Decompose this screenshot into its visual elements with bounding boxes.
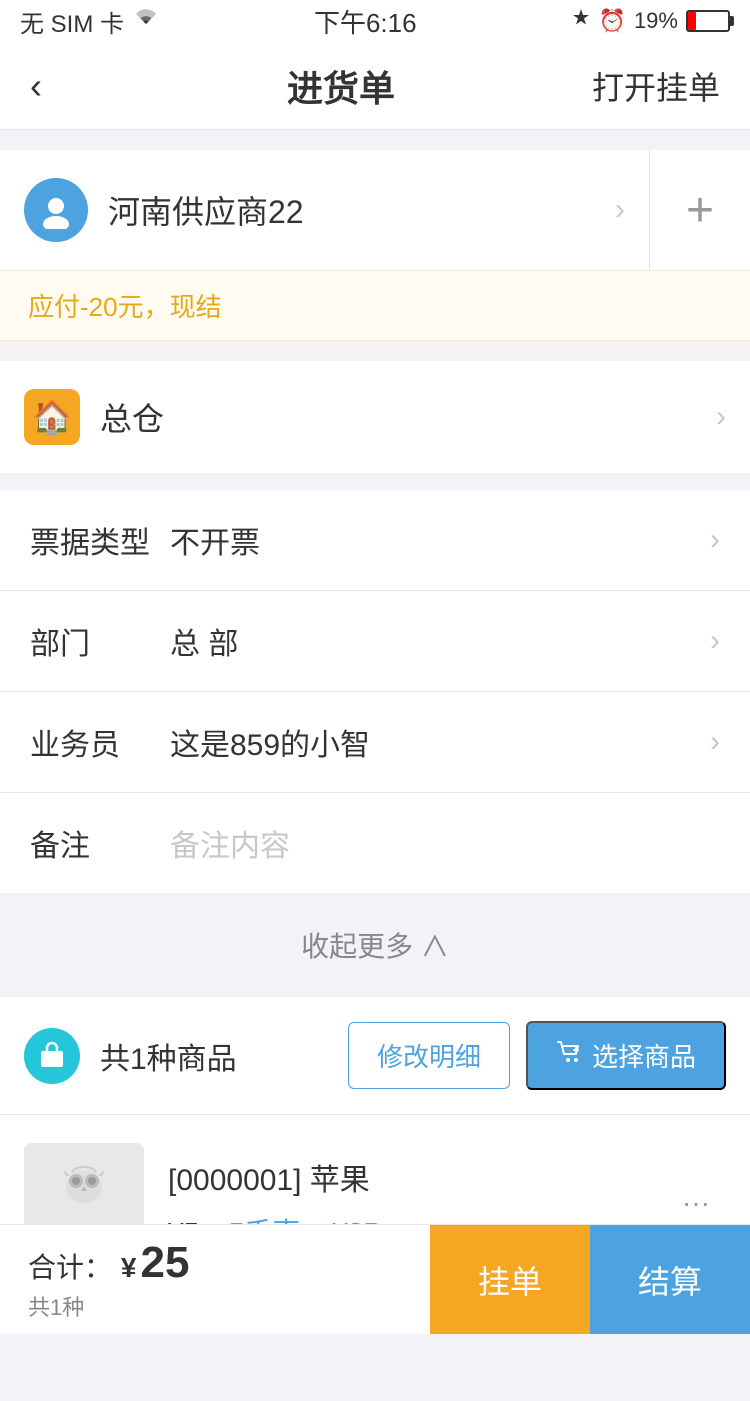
status-bar: 无 SIM 卡 下午6:16 ⏰ 19% <box>0 0 750 42</box>
remark-row[interactable]: 备注 备注内容 <box>0 793 750 893</box>
salesperson-row[interactable]: 业务员 这是859的小智 › <box>0 692 750 793</box>
product-code: [0000001] <box>168 1164 310 1197</box>
warehouse-section[interactable]: 🏠 总仓 › <box>0 361 750 474</box>
form-section: 票据类型 不开票 › 部门 总 部 › 业务员 这是859的小智 › 备注 备注… <box>0 490 750 893</box>
status-left: 无 SIM 卡 <box>20 4 160 39</box>
invoice-type-label: 票据类型 <box>30 518 150 562</box>
battery-icon <box>686 10 730 32</box>
notice-text: 应付-20元，现结 <box>28 292 222 322</box>
open-pending-button[interactable]: 打开挂单 <box>592 63 720 109</box>
select-product-label: 选择商品 <box>592 1037 696 1074</box>
salesperson-chevron-icon: › <box>710 725 720 759</box>
page-title: 进货单 <box>287 60 395 112</box>
edit-detail-button[interactable]: 修改明细 <box>348 1022 510 1089</box>
invoice-type-chevron-icon: › <box>710 523 720 557</box>
collapse-button[interactable]: 收起更多 ∧ <box>0 909 750 981</box>
cart-icon <box>556 1040 584 1071</box>
product-more-button[interactable]: ··· <box>666 1187 726 1219</box>
owl-logo-icon <box>54 1153 114 1223</box>
supplier-avatar <box>24 178 88 242</box>
wifi-icon <box>132 7 160 35</box>
salesperson-value: 这是859的小智 <box>170 720 700 764</box>
remark-input[interactable]: 备注内容 <box>170 821 720 865</box>
total-row: 合计： ¥25 <box>28 1238 402 1288</box>
supplier-name: 河南供应商22 <box>108 187 605 233</box>
products-count-label: 共1种商品 <box>100 1034 348 1078</box>
products-header: 共1种商品 修改明细 选择商品 <box>0 997 750 1114</box>
add-supplier-button[interactable]: + <box>650 150 750 270</box>
remark-label: 备注 <box>30 821 150 865</box>
notice-bar: 应付-20元，现结 <box>0 270 750 341</box>
carrier-text: 无 SIM 卡 <box>20 4 124 39</box>
select-product-button[interactable]: 选择商品 <box>526 1021 726 1090</box>
supplier-section: 河南供应商22 › + <box>0 150 750 270</box>
department-value: 总 部 <box>170 619 700 663</box>
status-right: ⏰ 19% <box>571 8 730 34</box>
total-amount: ¥25 <box>121 1238 190 1288</box>
back-button[interactable]: ‹ <box>30 65 90 107</box>
alarm-icon: ⏰ <box>599 8 626 34</box>
department-chevron-icon: › <box>710 624 720 658</box>
battery-text: 19% <box>634 8 678 34</box>
warehouse-home-icon: 🏠 <box>32 398 72 436</box>
status-time: 下午6:16 <box>314 3 417 40</box>
supplier-chevron-icon: › <box>615 193 625 227</box>
hold-order-button[interactable]: 挂单 <box>430 1225 590 1334</box>
salesperson-label: 业务员 <box>30 720 150 764</box>
department-label: 部门 <box>30 619 150 663</box>
location-icon <box>571 8 591 34</box>
department-row[interactable]: 部门 总 部 › <box>0 591 750 692</box>
warehouse-icon: 🏠 <box>24 389 80 445</box>
collapse-label: 收起更多 ∧ <box>301 925 449 965</box>
product-name: [0000001] 苹果 <box>168 1155 666 1199</box>
invoice-type-value: 不开票 <box>170 518 700 562</box>
products-icon <box>24 1028 80 1084</box>
invoice-type-row[interactable]: 票据类型 不开票 › <box>0 490 750 591</box>
total-count: 共1种 <box>28 1290 402 1322</box>
total-label: 合计： <box>28 1252 112 1283</box>
bottom-bar: 合计： ¥25 共1种 挂单 结算 <box>0 1224 750 1334</box>
warehouse-chevron-icon: › <box>716 400 726 434</box>
nav-bar: ‹ 进货单 打开挂单 <box>0 42 750 130</box>
warehouse-name: 总仓 <box>100 394 706 440</box>
supplier-row[interactable]: 河南供应商22 › <box>0 150 650 270</box>
total-section: 合计： ¥25 共1种 <box>0 1225 430 1334</box>
checkout-button[interactable]: 结算 <box>590 1225 750 1334</box>
